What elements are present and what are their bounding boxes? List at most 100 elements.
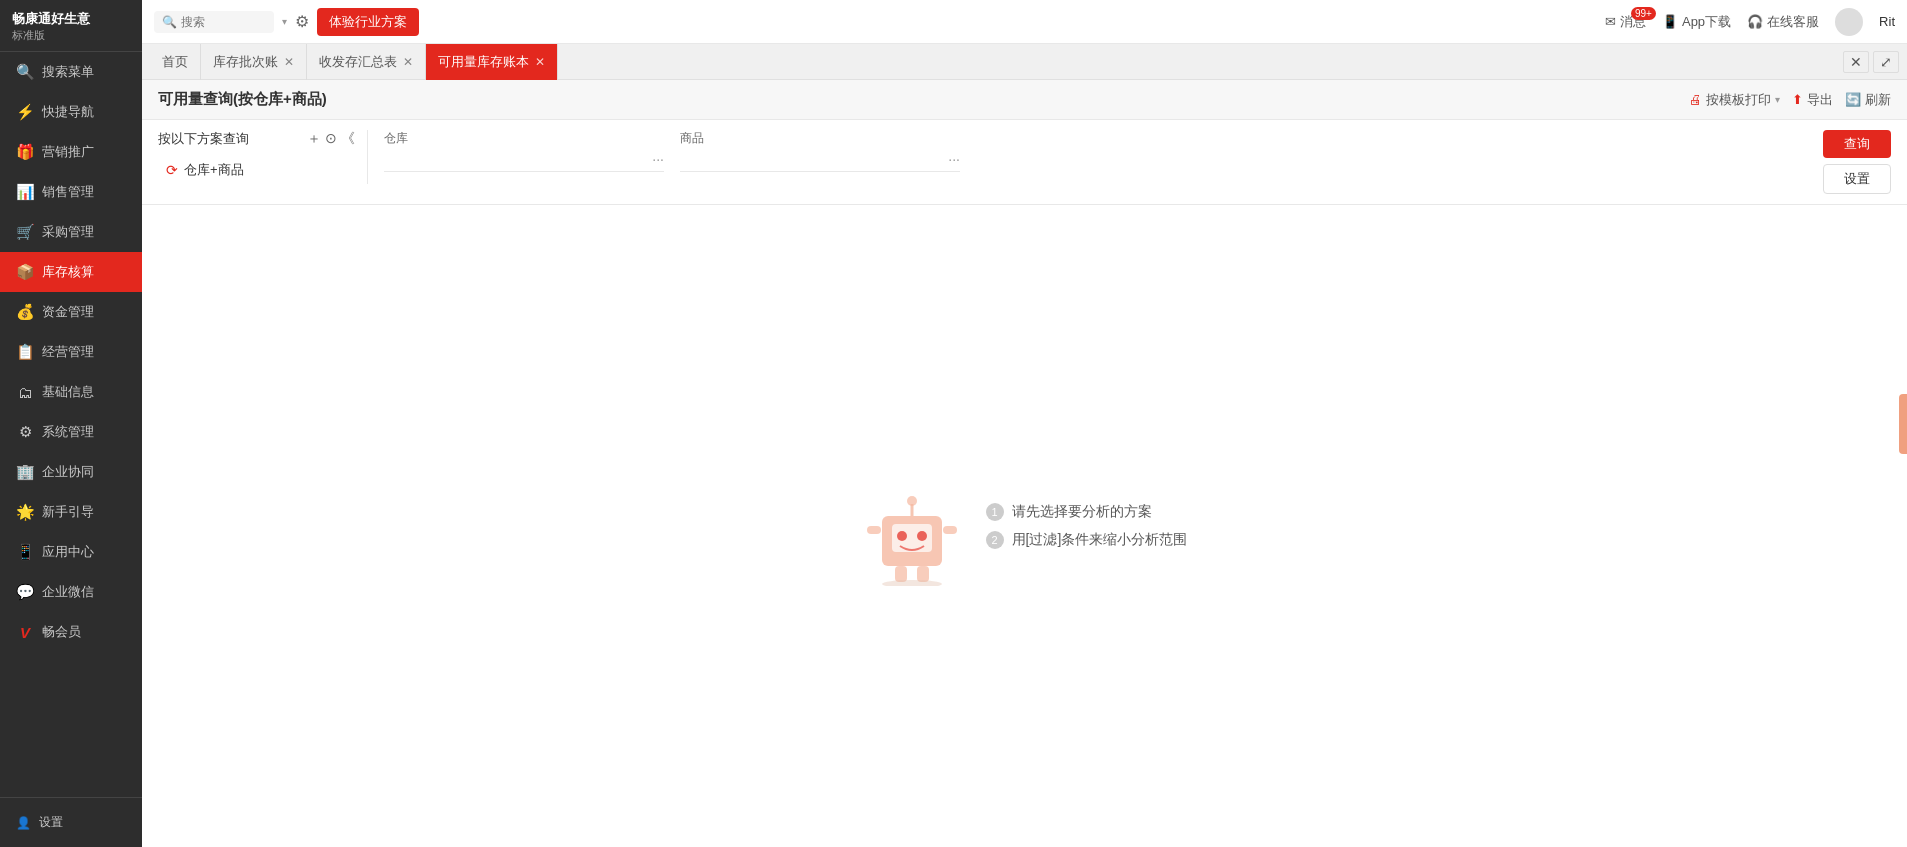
sidebar-item-corp-wechat[interactable]: 💬 企业微信 bbox=[0, 572, 142, 612]
warehouse-input[interactable] bbox=[384, 152, 644, 167]
collapse-scheme-btn[interactable]: 《 bbox=[341, 130, 355, 148]
tab-batch-account-close[interactable]: ✕ bbox=[284, 55, 294, 69]
app-name: 畅康通好生意 bbox=[12, 10, 130, 28]
sidebar-bottom: 👤 设置 bbox=[0, 797, 142, 847]
empty-robot-illustration bbox=[862, 476, 962, 576]
enterprise-icon: 🏢 bbox=[16, 463, 34, 481]
empty-state: 1 请先选择要分析的方案 2 用[过滤]条件来缩小分析范围 bbox=[142, 205, 1907, 847]
tab-receipt-summary-close[interactable]: ✕ bbox=[403, 55, 413, 69]
scheme-item-warehouse-product[interactable]: ⟳ 仓库+商品 bbox=[158, 156, 355, 184]
sidebar-bottom-item[interactable]: 👤 设置 bbox=[0, 806, 142, 839]
search-dropdown-arrow[interactable]: ▾ bbox=[282, 16, 287, 27]
sidebar-label-marketing: 营销推广 bbox=[42, 143, 94, 161]
tab-maximize-btn[interactable]: ⤢ bbox=[1873, 51, 1899, 73]
tab-receipt-summary[interactable]: 收发存汇总表 ✕ bbox=[307, 44, 426, 80]
svg-point-8 bbox=[882, 580, 942, 586]
sales-icon: 📊 bbox=[16, 183, 34, 201]
tab-close-all-btn[interactable]: ✕ bbox=[1843, 51, 1869, 73]
sidebar-label-app-center: 应用中心 bbox=[42, 543, 94, 561]
sidebar-item-shortcut[interactable]: ⚡ 快捷导航 bbox=[0, 92, 142, 132]
page-area: 可用量查询(按仓库+商品) 🖨 按模板打印 ▾ ⬆ 导出 🔄 刷新 bbox=[142, 80, 1907, 847]
svg-rect-4 bbox=[867, 526, 881, 534]
svg-rect-5 bbox=[943, 526, 957, 534]
empty-tips: 1 请先选择要分析的方案 2 用[过滤]条件来缩小分析范围 bbox=[986, 503, 1188, 549]
tab-home-label: 首页 bbox=[162, 53, 188, 71]
right-scroll-handle[interactable] bbox=[1899, 394, 1907, 454]
search-icon-topbar: 🔍 bbox=[162, 15, 177, 29]
finance-icon: 💰 bbox=[16, 303, 34, 321]
sidebar-item-enterprise[interactable]: 🏢 企业协同 bbox=[0, 452, 142, 492]
tab-batch-account-label: 库存批次账 bbox=[213, 53, 278, 71]
scheme-item-label: 仓库+商品 bbox=[184, 161, 244, 179]
sidebar-item-basic-info[interactable]: 🗂 基础信息 bbox=[0, 372, 142, 412]
svg-point-3 bbox=[917, 531, 927, 541]
page-header-actions: 🖨 按模板打印 ▾ ⬆ 导出 🔄 刷新 bbox=[1689, 91, 1891, 109]
sidebar-item-vip[interactable]: V 畅会员 bbox=[0, 612, 142, 652]
message-badge: 99+ bbox=[1631, 7, 1656, 20]
message-btn[interactable]: ✉ 消息 99+ bbox=[1605, 13, 1646, 31]
product-more-btn[interactable]: ··· bbox=[948, 151, 960, 167]
warehouse-input-wrap: ··· bbox=[384, 151, 664, 172]
refresh-btn[interactable]: 🔄 刷新 bbox=[1845, 91, 1891, 109]
person-icon: 👤 bbox=[16, 816, 31, 830]
scheme-actions: ＋ ⊙ 《 bbox=[307, 130, 355, 148]
query-scheme-header: 按以下方案查询 ＋ ⊙ 《 bbox=[158, 130, 355, 148]
tab-home[interactable]: 首页 bbox=[150, 44, 201, 80]
warehouse-more-btn[interactable]: ··· bbox=[652, 151, 664, 167]
sidebar-item-app-center[interactable]: 📱 应用中心 bbox=[0, 532, 142, 572]
svg-rect-7 bbox=[917, 566, 929, 582]
sidebar-label-search: 搜索菜单 bbox=[42, 63, 94, 81]
svg-point-2 bbox=[897, 531, 907, 541]
service-label: 在线客服 bbox=[1767, 13, 1819, 31]
gear-icon[interactable]: ⚙ bbox=[295, 12, 309, 31]
search-input[interactable] bbox=[181, 15, 261, 29]
sidebar-item-marketing[interactable]: 🎁 营销推广 bbox=[0, 132, 142, 172]
sidebar-label-corp-wechat: 企业微信 bbox=[42, 583, 94, 601]
system-icon: ⚙ bbox=[16, 423, 34, 441]
sidebar-item-newbie[interactable]: 🌟 新手引导 bbox=[0, 492, 142, 532]
tab-available-qty[interactable]: 可用量库存账本 ✕ bbox=[426, 44, 558, 80]
query-button[interactable]: 查询 bbox=[1823, 130, 1891, 158]
product-input[interactable] bbox=[680, 152, 940, 167]
tab-batch-account[interactable]: 库存批次账 ✕ bbox=[201, 44, 307, 80]
tip-text-2: 用[过滤]条件来缩小分析范围 bbox=[1012, 531, 1188, 549]
tab-receipt-summary-label: 收发存汇总表 bbox=[319, 53, 397, 71]
marketing-icon: 🎁 bbox=[16, 143, 34, 161]
tabsbar-right: ✕ ⤢ bbox=[1843, 51, 1899, 73]
svg-point-10 bbox=[907, 496, 917, 506]
product-label: 商品 bbox=[680, 130, 960, 147]
topbar-search-box[interactable]: 🔍 bbox=[154, 11, 274, 33]
sidebar-label-system: 系统管理 bbox=[42, 423, 94, 441]
sidebar-item-operations[interactable]: 📋 经营管理 bbox=[0, 332, 142, 372]
sidebar-label-basic-info: 基础信息 bbox=[42, 383, 94, 401]
sidebar-item-search[interactable]: 🔍 搜索菜单 bbox=[0, 52, 142, 92]
export-icon: ⬆ bbox=[1792, 92, 1803, 107]
export-btn[interactable]: ⬆ 导出 bbox=[1792, 91, 1833, 109]
tab-available-qty-close[interactable]: ✕ bbox=[535, 55, 545, 69]
manage-scheme-btn[interactable]: ⊙ bbox=[325, 130, 337, 148]
sidebar-scroll: 🔍 搜索菜单 ⚡ 快捷导航 🎁 营销推广 📊 销售管理 🛒 采购管理 📦 库存核… bbox=[0, 52, 142, 797]
sidebar-item-sales[interactable]: 📊 销售管理 bbox=[0, 172, 142, 212]
sidebar-item-system[interactable]: ⚙ 系统管理 bbox=[0, 412, 142, 452]
print-dropdown-icon[interactable]: ▾ bbox=[1775, 94, 1780, 105]
settings-button[interactable]: 设置 bbox=[1823, 164, 1891, 194]
sidebar-label-sales: 销售管理 bbox=[42, 183, 94, 201]
sidebar-label-vip: 畅会员 bbox=[42, 623, 81, 641]
add-scheme-btn[interactable]: ＋ bbox=[307, 130, 321, 148]
sidebar-item-finance[interactable]: 💰 资金管理 bbox=[0, 292, 142, 332]
sidebar-item-inventory[interactable]: 📦 库存核算 bbox=[0, 252, 142, 292]
username: Rit bbox=[1879, 14, 1895, 29]
main-content: 🔍 ▾ ⚙ 体验行业方案 ✉ 消息 99+ 📱 App下载 🎧 在线客服 Rit bbox=[142, 0, 1907, 847]
refresh-icon: 🔄 bbox=[1845, 92, 1861, 107]
sidebar-item-purchase[interactable]: 🛒 采购管理 bbox=[0, 212, 142, 252]
app-download-icon: 📱 bbox=[1662, 14, 1678, 29]
warehouse-label: 仓库 bbox=[384, 130, 664, 147]
query-scheme-panel: 按以下方案查询 ＋ ⊙ 《 ⟳ 仓库+商品 bbox=[158, 130, 368, 184]
page-header: 可用量查询(按仓库+商品) 🖨 按模板打印 ▾ ⬆ 导出 🔄 刷新 bbox=[142, 80, 1907, 120]
print-btn[interactable]: 🖨 按模板打印 ▾ bbox=[1689, 91, 1780, 109]
empty-content: 1 请先选择要分析的方案 2 用[过滤]条件来缩小分析范围 bbox=[862, 476, 1188, 576]
industry-btn[interactable]: 体验行业方案 bbox=[317, 8, 419, 36]
app-download-btn[interactable]: 📱 App下载 bbox=[1662, 13, 1731, 31]
online-service-btn[interactable]: 🎧 在线客服 bbox=[1747, 13, 1819, 31]
sidebar-label-finance: 资金管理 bbox=[42, 303, 94, 321]
